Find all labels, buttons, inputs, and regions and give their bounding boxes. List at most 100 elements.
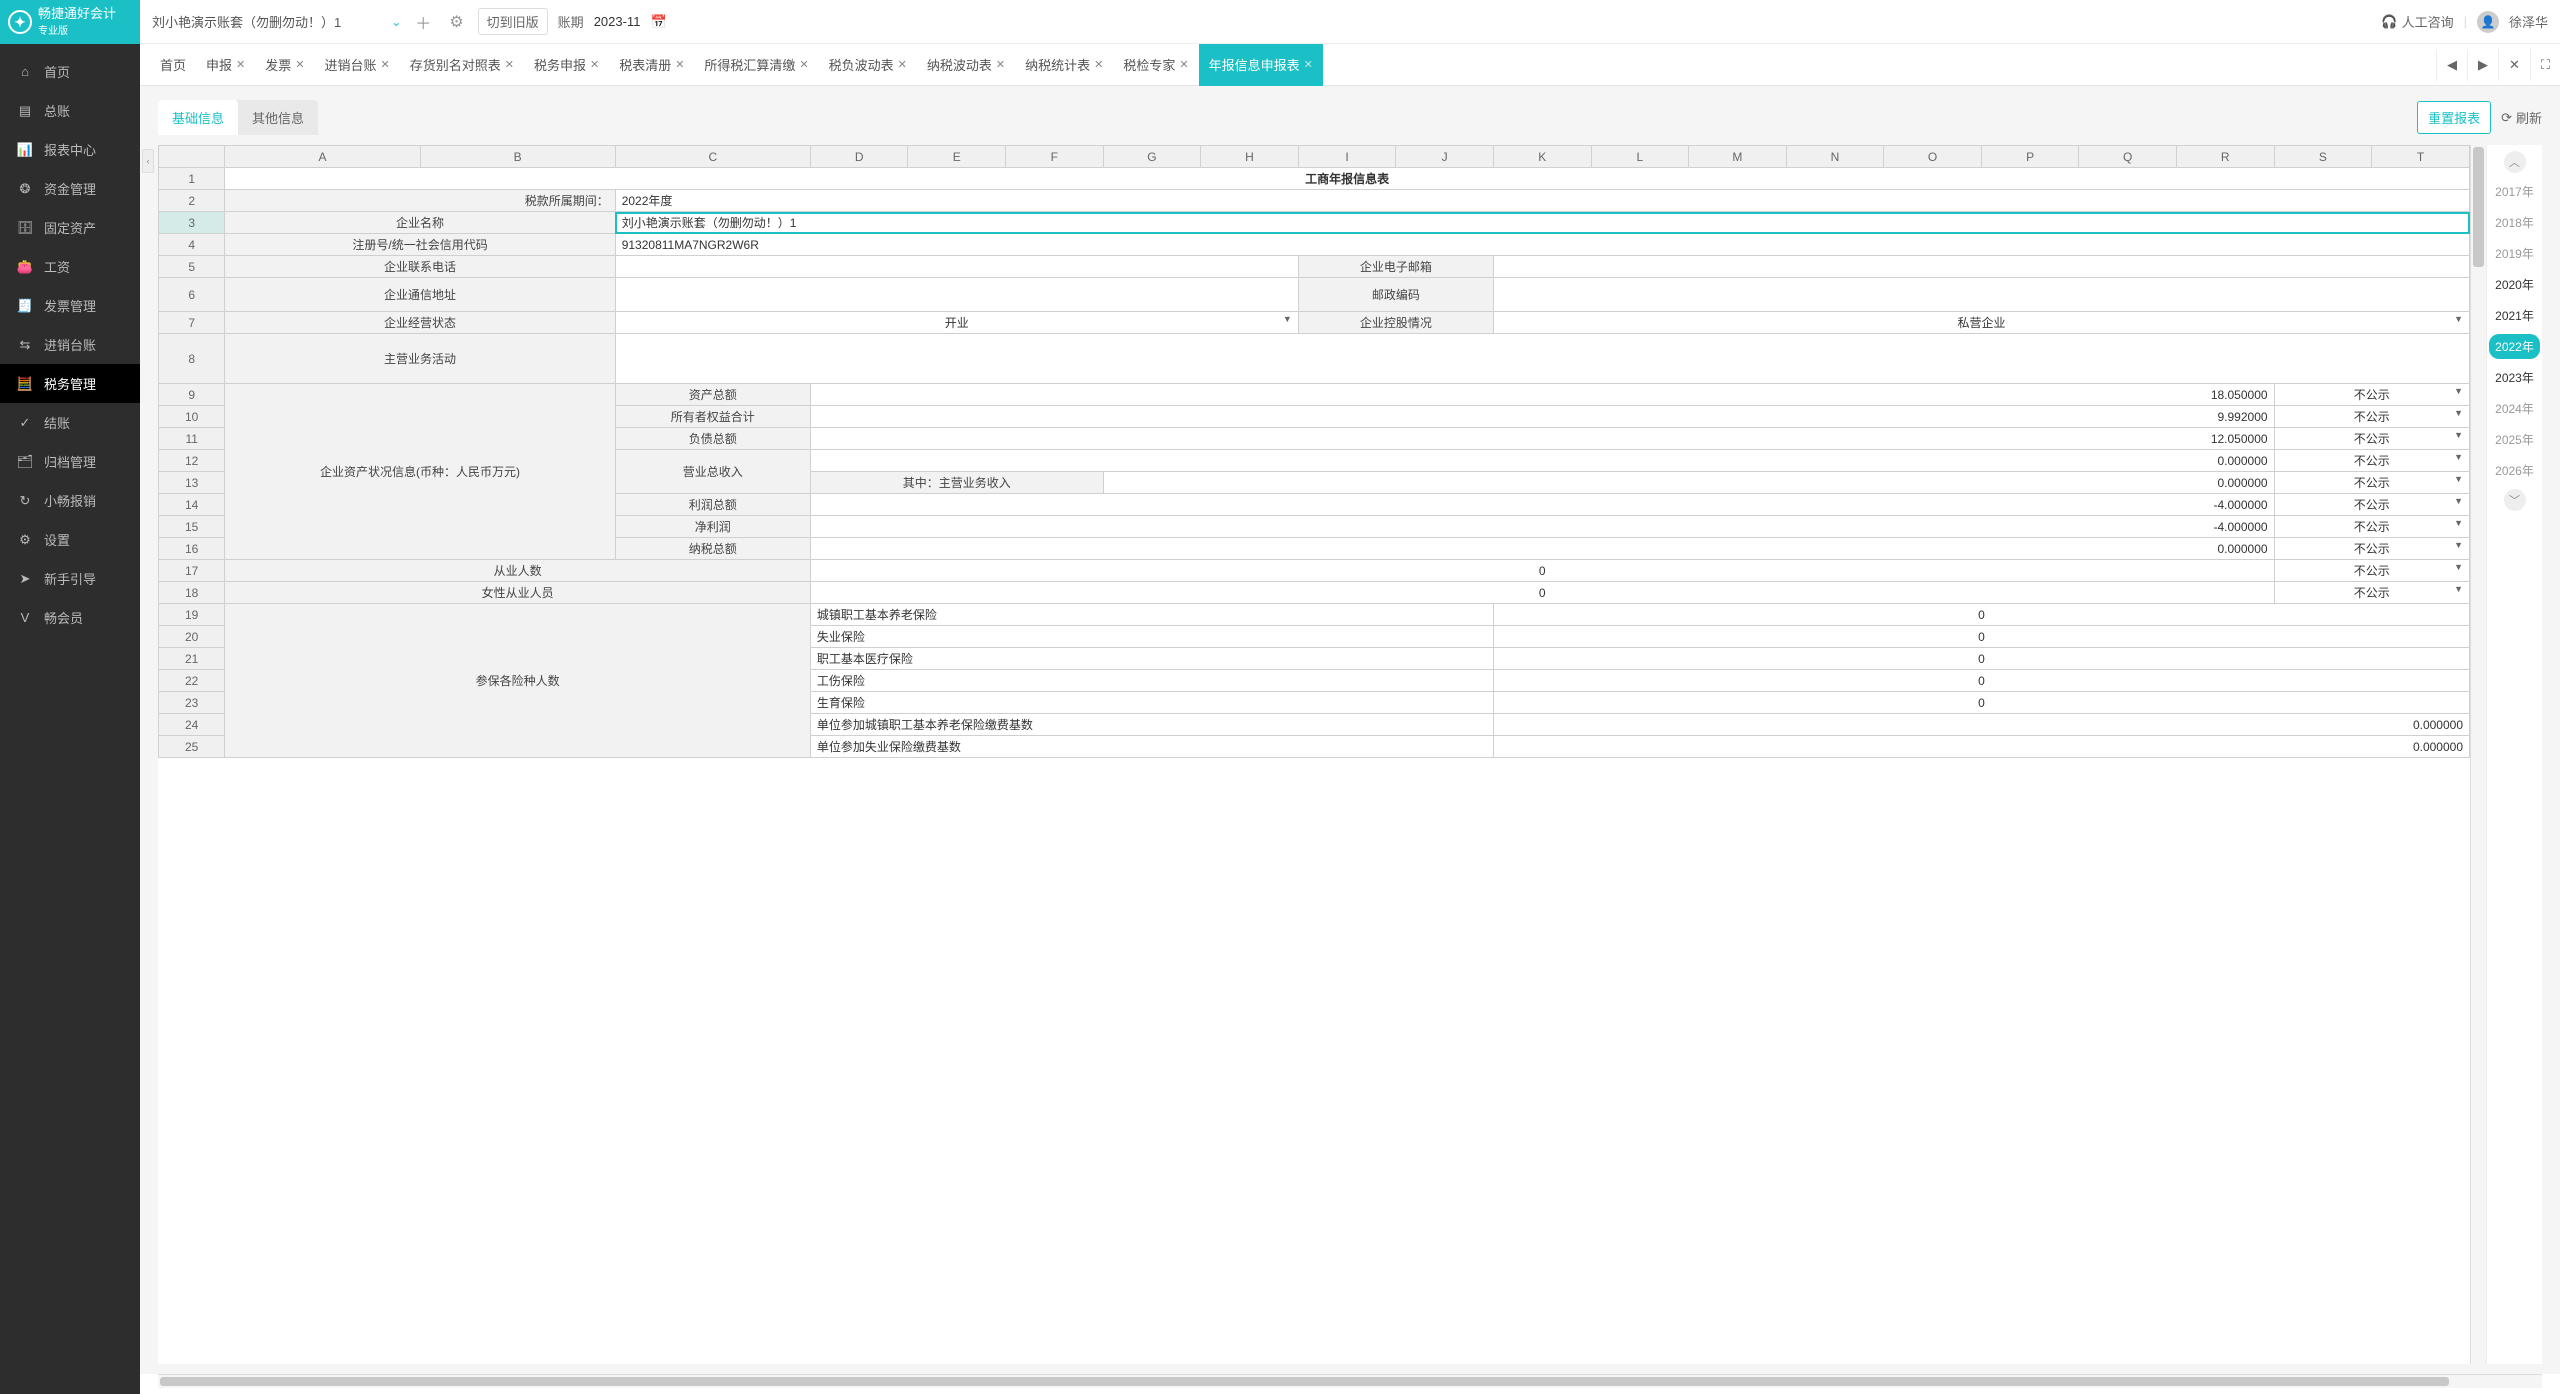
emp-value[interactable]: 0 — [810, 560, 2274, 582]
female-pub[interactable]: 不公示 — [2274, 582, 2469, 604]
col-header-F[interactable]: F — [1006, 146, 1104, 168]
asset-row-value-4[interactable]: -4.000000 — [810, 494, 2274, 516]
tab-9[interactable]: 纳税波动表✕ — [917, 44, 1015, 86]
year-2025年[interactable]: 2025年 — [2489, 427, 2540, 452]
col-header-N[interactable]: N — [1786, 146, 1884, 168]
nav-item-vip[interactable]: V畅会员 — [0, 598, 140, 637]
vertical-scrollbar[interactable] — [2470, 145, 2486, 1364]
tab-8[interactable]: 税负波动表✕ — [819, 44, 917, 86]
tab-close-icon[interactable]: ✕ — [675, 58, 684, 71]
year-down-icon[interactable]: ﹀ — [2504, 489, 2526, 511]
row-header-13[interactable]: 13 — [159, 472, 225, 494]
year-2017年[interactable]: 2017年 — [2489, 179, 2540, 204]
base-value-1[interactable]: 0.000000 — [1493, 736, 2469, 758]
tab-2[interactable]: 发票✕ — [255, 44, 314, 86]
asset-row-value-5[interactable]: -4.000000 — [810, 516, 2274, 538]
asset-row-value-2[interactable]: 12.050000 — [810, 428, 2274, 450]
year-2020年[interactable]: 2020年 — [2489, 272, 2540, 297]
asset-row-value-3[interactable]: 0.000000 — [810, 450, 2274, 472]
year-2026年[interactable]: 2026年 — [2489, 458, 2540, 483]
row-header-4[interactable]: 4 — [159, 234, 225, 256]
tabs-prev-icon[interactable]: ◀ — [2436, 49, 2467, 81]
consult-link[interactable]: 🎧 人工咨询 — [2381, 12, 2453, 31]
horizontal-scrollbar[interactable] — [158, 1374, 2542, 1388]
tab-12[interactable]: 年报信息申报表✕ — [1199, 44, 1323, 86]
row-header-7[interactable]: 7 — [159, 312, 225, 334]
row-header-9[interactable]: 9 — [159, 384, 225, 406]
avatar-icon[interactable]: 👤 — [2477, 11, 2499, 33]
nav-item-invoice[interactable]: 🧾发票管理 — [0, 286, 140, 325]
tab-close-icon[interactable]: ✕ — [381, 58, 390, 71]
nav-item-home[interactable]: ⌂首页 — [0, 52, 140, 91]
nav-item-gear[interactable]: ⚙设置 — [0, 520, 140, 559]
row-header-24[interactable]: 24 — [159, 714, 225, 736]
period-value[interactable]: 2023-11 — [594, 14, 641, 29]
tab-close-icon[interactable]: ✕ — [1304, 58, 1313, 71]
row-header-6[interactable]: 6 — [159, 278, 225, 312]
nav-item-ledger[interactable]: ▤总账 — [0, 91, 140, 130]
col-header-G[interactable]: G — [1103, 146, 1201, 168]
row-header-18[interactable]: 18 — [159, 582, 225, 604]
row-header-1[interactable]: 1 — [159, 168, 225, 190]
asset-row-pub-0[interactable]: 不公示 — [2274, 384, 2469, 406]
asset-row-pub-6[interactable]: 不公示 — [2274, 538, 2469, 560]
company-value-cell[interactable]: 刘小艳演示账套（勿删勿动！）1 — [615, 212, 2469, 234]
tabs-fullscreen-icon[interactable]: ⛶ — [2530, 49, 2560, 81]
tab-close-icon[interactable]: ✕ — [590, 58, 599, 71]
tabs-next-icon[interactable]: ▶ — [2467, 49, 2498, 81]
nav-item-close[interactable]: ✓结账 — [0, 403, 140, 442]
tab-close-icon[interactable]: ✕ — [799, 58, 808, 71]
tab-11[interactable]: 税检专家✕ — [1113, 44, 1198, 86]
brand-logo[interactable]: ✦ 畅捷通好会计 专业版 — [0, 0, 140, 44]
row-header-15[interactable]: 15 — [159, 516, 225, 538]
col-header-P[interactable]: P — [1981, 146, 2079, 168]
tab-10[interactable]: 纳税统计表✕ — [1015, 44, 1113, 86]
tab-close-icon[interactable]: ✕ — [236, 58, 245, 71]
year-2022年[interactable]: 2022年 — [2489, 334, 2540, 359]
row-header-5[interactable]: 5 — [159, 256, 225, 278]
reset-button[interactable]: 重置报表 — [2417, 101, 2491, 134]
nav-item-inout[interactable]: ⇆进销台账 — [0, 325, 140, 364]
nav-item-salary[interactable]: 👛工资 — [0, 247, 140, 286]
tab-close-icon[interactable]: ✕ — [1094, 58, 1103, 71]
col-header-J[interactable]: J — [1396, 146, 1494, 168]
tab-7[interactable]: 所得税汇算清缴✕ — [694, 44, 818, 86]
row-header-23[interactable]: 23 — [159, 692, 225, 714]
asset-sub-value[interactable]: 0.000000 — [1103, 472, 2274, 494]
add-icon[interactable]: ＋ — [411, 6, 435, 38]
row-header-16[interactable]: 16 — [159, 538, 225, 560]
col-header-C[interactable]: C — [615, 146, 810, 168]
tab-close-icon[interactable]: ✕ — [505, 58, 514, 71]
female-value[interactable]: 0 — [810, 582, 2274, 604]
asset-sub-pub[interactable]: 不公示 — [2274, 472, 2469, 494]
row-header-12[interactable]: 12 — [159, 450, 225, 472]
year-up-icon[interactable]: ︿ — [2504, 151, 2526, 173]
year-2023年[interactable]: 2023年 — [2489, 365, 2540, 390]
tab-close-icon[interactable]: ✕ — [295, 58, 304, 71]
tab-close-icon[interactable]: ✕ — [996, 58, 1005, 71]
col-header-O[interactable]: O — [1884, 146, 1982, 168]
phone-value-cell[interactable] — [615, 256, 1298, 278]
mainbiz-value-cell[interactable] — [615, 334, 2469, 384]
year-2019年[interactable]: 2019年 — [2489, 241, 2540, 266]
ins-value-2[interactable]: 0 — [1493, 648, 2469, 670]
status-dropdown[interactable]: 开业 — [615, 312, 1298, 334]
collapse-handle-icon[interactable]: ‹ — [142, 149, 154, 173]
account-dropdown-icon[interactable]: ⌄ — [391, 15, 401, 29]
corner-cell[interactable] — [159, 146, 225, 168]
tab-4[interactable]: 存货别名对照表✕ — [400, 44, 524, 86]
row-header-8[interactable]: 8 — [159, 334, 225, 384]
row-header-10[interactable]: 10 — [159, 406, 225, 428]
subtab-0[interactable]: 基础信息 — [158, 100, 238, 135]
asset-row-value-0[interactable]: 18.050000 — [810, 384, 2274, 406]
asset-row-pub-3[interactable]: 不公示 — [2274, 450, 2469, 472]
asset-row-pub-2[interactable]: 不公示 — [2274, 428, 2469, 450]
col-header-T[interactable]: T — [2372, 146, 2470, 168]
col-header-Q[interactable]: Q — [2079, 146, 2177, 168]
nav-item-guide[interactable]: ➤新手引导 — [0, 559, 140, 598]
calendar-icon[interactable]: 📅 — [650, 14, 666, 30]
year-2024年[interactable]: 2024年 — [2489, 396, 2540, 421]
tab-close-icon[interactable]: ✕ — [898, 58, 907, 71]
holding-dropdown[interactable]: 私营企业 — [1493, 312, 2469, 334]
emp-pub[interactable]: 不公示 — [2274, 560, 2469, 582]
